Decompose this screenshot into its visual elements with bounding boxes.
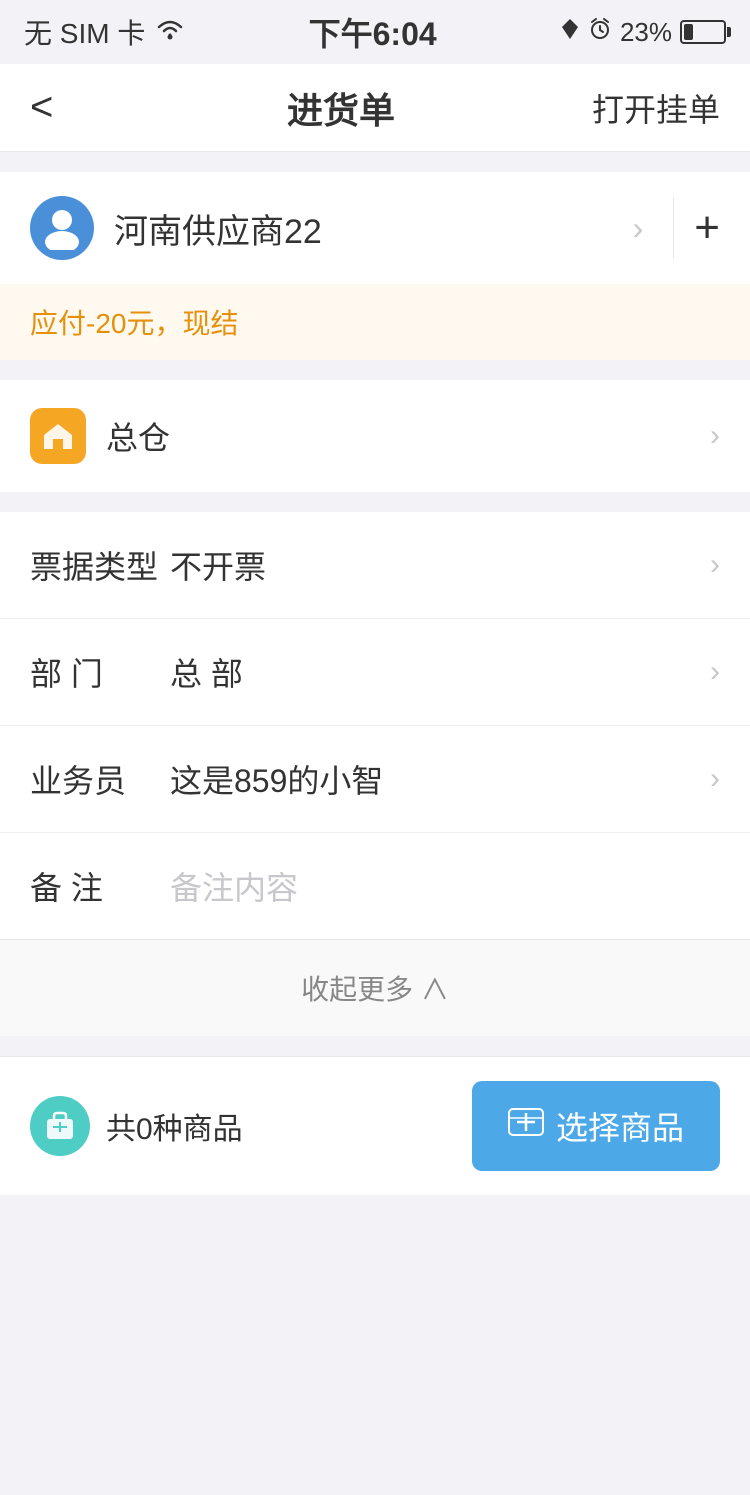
nav-bar: < 进货单 打开挂单 (0, 64, 750, 152)
department-label: 部 门 (30, 649, 160, 695)
notice-banner: 应付-20元，现结 (0, 284, 750, 360)
notes-placeholder: 备注内容 (160, 863, 720, 909)
page-title: 进货单 (287, 82, 395, 134)
bottom-bar: 共0种商品 选择商品 (0, 1056, 750, 1195)
salesperson-label: 业务员 (30, 756, 160, 802)
department-value: 总 部 (160, 649, 710, 695)
product-count: 共0种商品 (106, 1104, 472, 1148)
select-product-icon (508, 1108, 544, 1144)
top-divider (0, 152, 750, 172)
wifi-icon (155, 16, 185, 48)
page-background (0, 1195, 750, 1495)
form-section: 票据类型 不开票 › 部 门 总 部 › 业务员 这是859的小智 › 备 注 … (0, 512, 750, 939)
battery-percentage: 23% (620, 17, 672, 48)
supplier-row-right: › + (633, 198, 720, 258)
collapse-button[interactable]: 收起更多 ∧ (0, 939, 750, 1036)
warehouse-row[interactable]: 总仓 › (0, 380, 750, 492)
supplier-row[interactable]: 河南供应商22 › + (0, 172, 750, 284)
warehouse-label: 总仓 (106, 413, 710, 459)
add-supplier-button[interactable]: + (694, 206, 720, 250)
bottom-divider (0, 1036, 750, 1056)
invoice-type-chevron-icon: › (710, 548, 720, 582)
supplier-avatar (30, 196, 94, 260)
warehouse-section: 总仓 › (0, 380, 750, 492)
battery-icon (680, 20, 726, 44)
vertical-divider (673, 198, 674, 258)
status-bar: 无 SIM 卡 下午6:04 23% (0, 0, 750, 64)
open-pending-button[interactable]: 打开挂单 (592, 85, 720, 131)
status-right: 23% (560, 17, 726, 48)
salesperson-row[interactable]: 业务员 这是859的小智 › (0, 726, 750, 833)
supplier-section: 河南供应商22 › + 应付-20元，现结 (0, 172, 750, 360)
warehouse-icon (30, 408, 86, 464)
salesperson-chevron-icon: › (710, 762, 720, 796)
status-time: 下午6:04 (309, 9, 437, 55)
notes-label: 备 注 (30, 863, 160, 909)
supplier-name: 河南供应商22 (114, 204, 633, 253)
status-left: 无 SIM 卡 (24, 12, 185, 52)
invoice-type-row[interactable]: 票据类型 不开票 › (0, 512, 750, 619)
product-icon (30, 1096, 90, 1156)
location-icon (560, 17, 580, 48)
select-product-label: 选择商品 (556, 1103, 684, 1149)
alarm-icon (588, 17, 612, 48)
back-button[interactable]: < (30, 85, 90, 130)
mid-divider-1 (0, 360, 750, 380)
department-chevron-icon: › (710, 655, 720, 689)
invoice-type-label: 票据类型 (30, 542, 160, 588)
select-product-button[interactable]: 选择商品 (472, 1081, 720, 1171)
supplier-chevron-icon: › (633, 210, 644, 247)
invoice-type-value: 不开票 (160, 542, 710, 588)
mid-divider-2 (0, 492, 750, 512)
salesperson-value: 这是859的小智 (160, 756, 710, 802)
warehouse-chevron-icon: › (710, 419, 720, 453)
notes-row[interactable]: 备 注 备注内容 (0, 833, 750, 939)
department-row[interactable]: 部 门 总 部 › (0, 619, 750, 726)
carrier-text: 无 SIM 卡 (24, 12, 145, 52)
